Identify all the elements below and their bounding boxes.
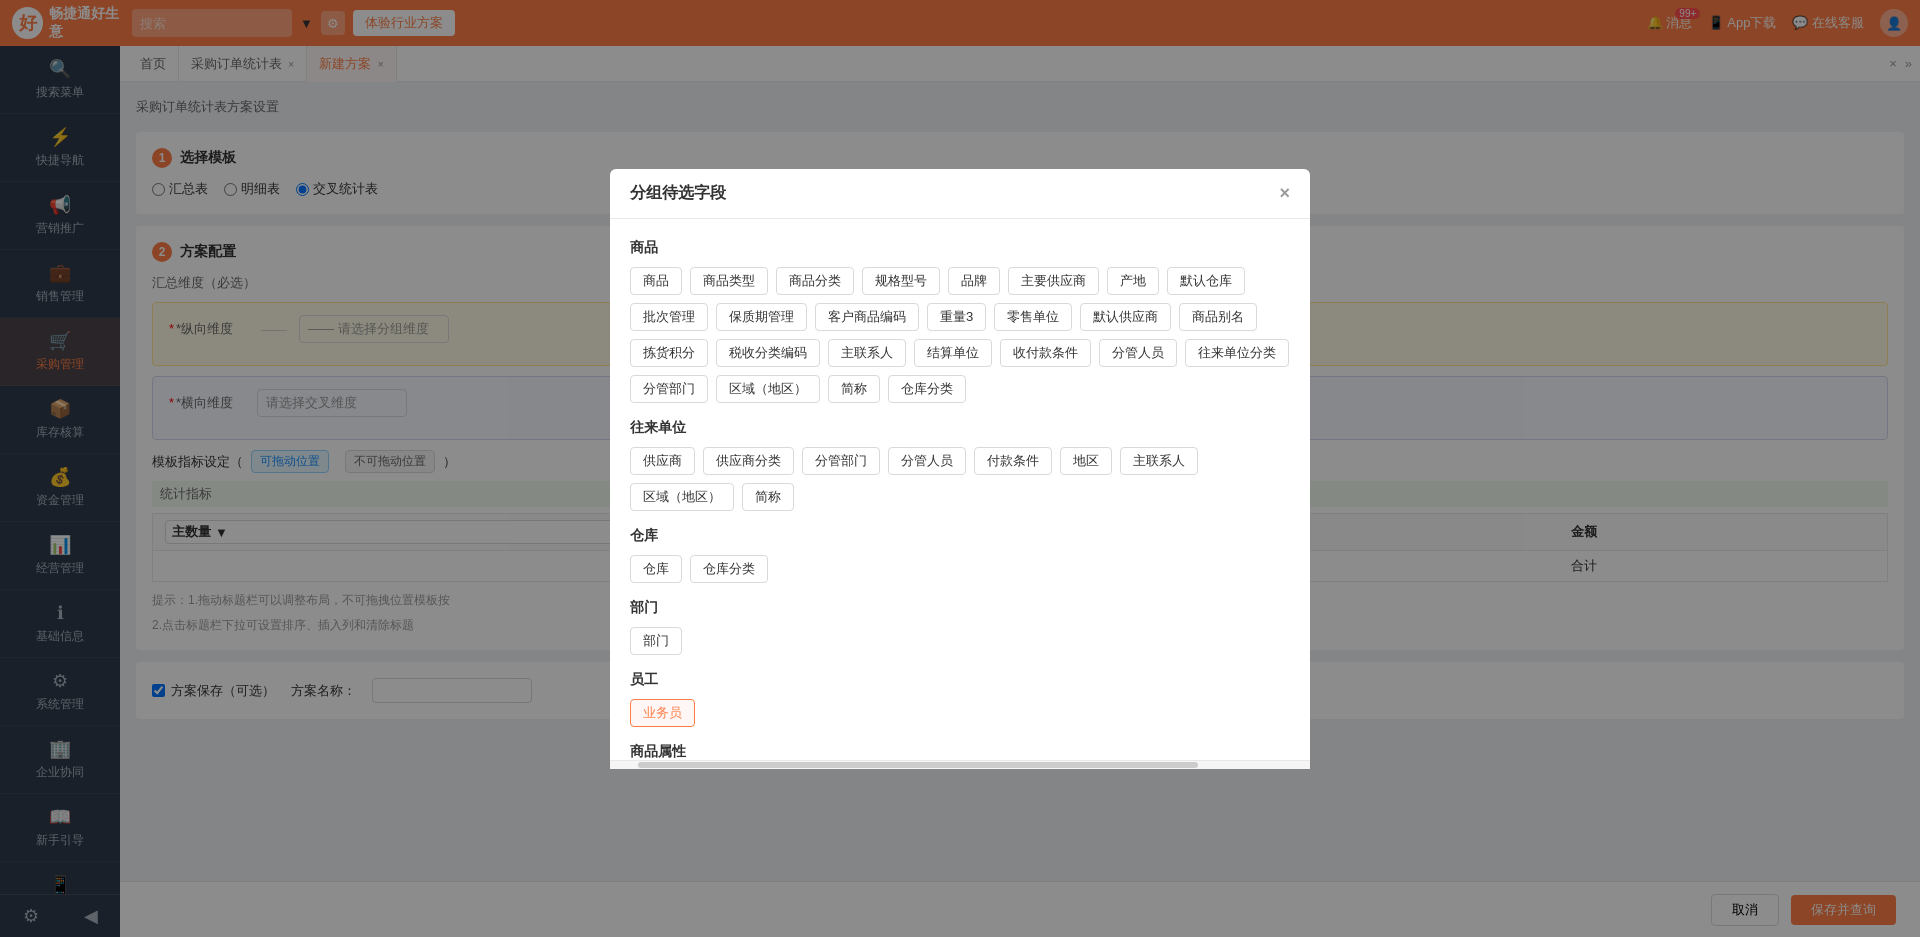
modal-title: 分组待选字段 [630,183,726,204]
section-warehouse-title: 仓库 [630,527,1290,545]
field-product-category[interactable]: 商品分类 [776,267,854,295]
field-pickup-score[interactable]: 拣货积分 [630,339,708,367]
field-supplier-category[interactable]: 供应商分类 [703,447,794,475]
field-spec-type[interactable]: 规格型号 [862,267,940,295]
partner-fields-grid: 供应商 供应商分类 分管部门 分管人员 付款条件 地区 主联系人 区域（地区） … [630,447,1290,511]
field-origin[interactable]: 产地 [1107,267,1159,295]
field-tax-code[interactable]: 税收分类编码 [716,339,820,367]
warehouse-fields-grid: 仓库 仓库分类 [630,555,1290,583]
field-batch-mgmt[interactable]: 批次管理 [630,303,708,331]
field-weight3[interactable]: 重量3 [927,303,986,331]
field-product-type[interactable]: 商品类型 [690,267,768,295]
field-warehouse-cat[interactable]: 仓库分类 [690,555,768,583]
field-dept[interactable]: 部门 [630,627,682,655]
section-product-title: 商品 [630,239,1290,257]
field-mgmt-person[interactable]: 分管人员 [888,447,966,475]
scrollbar-x-thumb[interactable] [638,762,1198,768]
product-fields-grid: 商品 商品类型 商品分类 规格型号 品牌 主要供应商 产地 默认仓库 批次管理 … [630,267,1290,403]
section-department-title: 部门 [630,599,1290,617]
field-brand[interactable]: 品牌 [948,267,1000,295]
field-settlement-unit[interactable]: 结算单位 [914,339,992,367]
field-dept-manager[interactable]: 分管人员 [1099,339,1177,367]
modal-header: 分组待选字段 × [610,169,1310,219]
field-contact[interactable]: 主联系人 [1120,447,1198,475]
staff-fields-grid: 业务员 [630,699,1290,727]
field-warehouse-item[interactable]: 仓库 [630,555,682,583]
section-partner-title: 往来单位 [630,419,1290,437]
field-warehouse-category[interactable]: 仓库分类 [888,375,966,403]
field-main-contact[interactable]: 主联系人 [828,339,906,367]
section-product-attr-title: 商品属性 [630,743,1290,760]
field-product[interactable]: 商品 [630,267,682,295]
field-supplier[interactable]: 供应商 [630,447,695,475]
field-abbrev[interactable]: 简称 [742,483,794,511]
department-fields-grid: 部门 [630,627,1290,655]
field-region[interactable]: 地区 [1060,447,1112,475]
field-managing-dept[interactable]: 分管部门 [630,375,708,403]
field-area-region[interactable]: 区域（地区） [630,483,734,511]
modal-close-button[interactable]: × [1279,183,1290,204]
field-product-alias[interactable]: 商品别名 [1179,303,1257,331]
modal-scrollbar-x[interactable] [610,760,1310,769]
field-payment-terms[interactable]: 收付款条件 [1000,339,1091,367]
field-short-name[interactable]: 简称 [828,375,880,403]
field-payment-cond[interactable]: 付款条件 [974,447,1052,475]
field-main-supplier[interactable]: 主要供应商 [1008,267,1099,295]
modal: 分组待选字段 × 商品 商品 商品类型 商品分类 规格型号 品牌 主要供应商 产… [610,169,1310,769]
modal-body: 商品 商品 商品类型 商品分类 规格型号 品牌 主要供应商 产地 默认仓库 批次… [610,219,1310,760]
field-quality-mgmt[interactable]: 保质期管理 [716,303,807,331]
field-default-supplier[interactable]: 默认供应商 [1080,303,1171,331]
field-region-area[interactable]: 区域（地区） [716,375,820,403]
modal-overlay: 分组待选字段 × 商品 商品 商品类型 商品分类 规格型号 品牌 主要供应商 产… [0,0,1920,937]
field-mgmt-dept[interactable]: 分管部门 [802,447,880,475]
section-staff-title: 员工 [630,671,1290,689]
field-customer-code[interactable]: 客户商品编码 [815,303,919,331]
field-source-unit-cat[interactable]: 往来单位分类 [1185,339,1289,367]
field-default-warehouse[interactable]: 默认仓库 [1167,267,1245,295]
field-retail-unit[interactable]: 零售单位 [994,303,1072,331]
field-salesperson[interactable]: 业务员 [630,699,695,727]
